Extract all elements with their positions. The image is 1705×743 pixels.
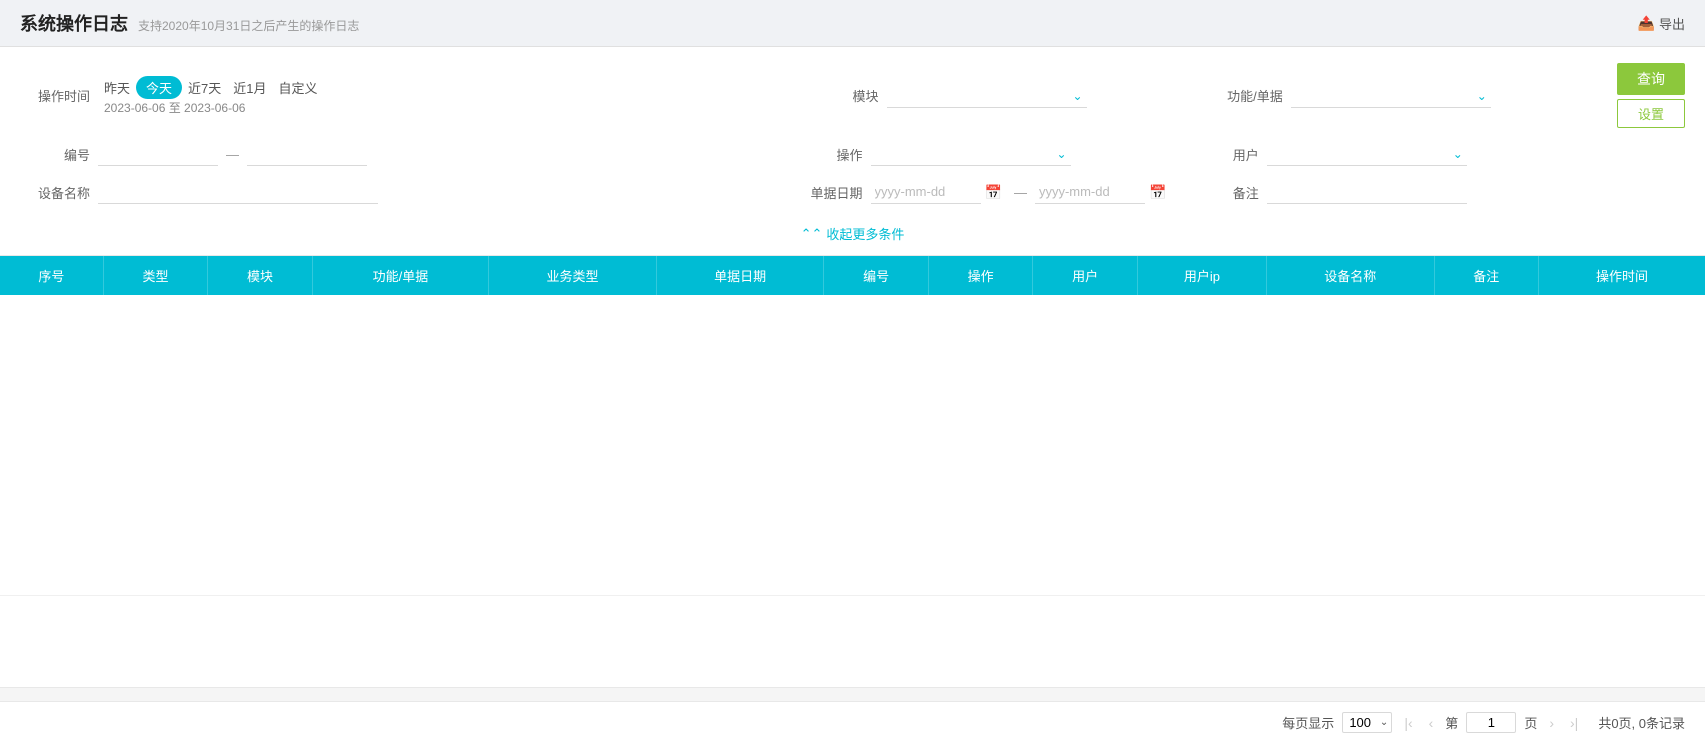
date-from-input[interactable]: [871, 180, 981, 204]
time-btn-yesterday[interactable]: 昨天: [98, 76, 136, 99]
page-prev-button[interactable]: ‹: [1425, 713, 1438, 733]
page-header: 系统操作日志 支持2020年10月31日之后产生的操作日志 📤 导出: [0, 0, 1705, 47]
operation-select[interactable]: [871, 142, 1071, 166]
action-buttons: 查询 设置: [1617, 63, 1685, 128]
filter-row-2: 编号 — 操作 ⌄ 用户: [20, 142, 1685, 166]
user-select-wrap: ⌄: [1267, 142, 1467, 166]
module-select[interactable]: [887, 84, 1087, 108]
collapse-chevron-icon: ⌃⌃: [801, 226, 823, 242]
module-segment: 模块 ⌄: [809, 84, 1203, 108]
per-page-label: 每页显示: [1282, 713, 1334, 732]
filter-row-1: 操作时间 昨天 今天 近7天 近1月 自定义 2023-06-06 至 2023…: [20, 63, 1685, 128]
id-input-to[interactable]: [247, 142, 367, 166]
time-range-display: 2023-06-06 至 2023-06-06: [104, 99, 324, 116]
col-id: 编号: [824, 256, 928, 295]
operation-segment: 操作 ⌄: [793, 142, 1179, 166]
id-dash: —: [226, 147, 239, 162]
col-user: 用户: [1033, 256, 1137, 295]
data-table: 序号 类型 模块 功能/单据 业务类型 单据日期 编号 操作 用户 用户ip 设…: [0, 256, 1705, 596]
page-unit: 页: [1524, 713, 1537, 732]
col-userip: 用户ip: [1137, 256, 1266, 295]
table-body: [0, 295, 1705, 595]
per-page-select[interactable]: 100 20 50 200: [1342, 712, 1392, 733]
device-input[interactable]: [98, 180, 378, 204]
time-btn-today[interactable]: 今天: [136, 76, 182, 99]
table-header: 序号 类型 模块 功能/单据 业务类型 单据日期 编号 操作 用户 用户ip 设…: [0, 256, 1705, 295]
remark-segment: 备注: [1179, 180, 1565, 204]
operation-label: 操作: [793, 145, 863, 164]
remark-input[interactable]: [1267, 180, 1467, 204]
date-to-input[interactable]: [1035, 180, 1145, 204]
table-container: 序号 类型 模块 功能/单据 业务类型 单据日期 编号 操作 用户 用户ip 设…: [0, 256, 1705, 687]
time-btn-1month[interactable]: 近1月: [227, 76, 272, 99]
module-select-wrap: ⌄: [887, 84, 1087, 108]
device-label: 设备名称: [20, 183, 90, 202]
horizontal-scrollbar[interactable]: [0, 687, 1705, 701]
col-seq: 序号: [0, 256, 103, 295]
export-label: 导出: [1659, 14, 1685, 33]
pagination-bar: 每页显示 100 20 50 200 ⌄ |‹ ‹ 第 页 › ›| 共0页, …: [0, 701, 1705, 743]
table-header-row: 序号 类型 模块 功能/单据 业务类型 单据日期 编号 操作 用户 用户ip 设…: [0, 256, 1705, 295]
page-last-button[interactable]: ›|: [1566, 713, 1582, 733]
time-btn-custom[interactable]: 自定义: [273, 76, 324, 99]
page-first-button[interactable]: |‹: [1400, 713, 1416, 733]
user-select[interactable]: [1267, 142, 1467, 166]
empty-row: [0, 295, 1705, 595]
remark-label: 备注: [1179, 183, 1259, 202]
page-input[interactable]: [1466, 712, 1516, 733]
header-left: 系统操作日志 支持2020年10月31日之后产生的操作日志: [20, 10, 359, 36]
time-filter-segment: 操作时间 昨天 今天 近7天 近1月 自定义 2023-06-06 至 2023…: [20, 76, 809, 116]
date-dash: —: [1014, 185, 1027, 200]
collapse-button[interactable]: ⌃⌃ 收起更多条件: [801, 224, 905, 243]
per-page-wrap: 100 20 50 200 ⌄: [1342, 712, 1392, 733]
module-label: 模块: [809, 86, 879, 105]
col-docdate: 单据日期: [656, 256, 824, 295]
col-operation: 操作: [928, 256, 1032, 295]
page-title: 系统操作日志: [20, 10, 128, 36]
collapse-bar: ⌃⌃ 收起更多条件: [20, 218, 1685, 245]
date-segment: 单据日期 📅 — 📅: [793, 180, 1179, 204]
col-biztype: 业务类型: [489, 256, 657, 295]
page-summary: 共0页, 0条记录: [1598, 713, 1685, 732]
time-btn-7days[interactable]: 近7天: [182, 76, 227, 99]
filter-area: 操作时间 昨天 今天 近7天 近1月 自定义 2023-06-06 至 2023…: [0, 47, 1705, 256]
user-label: 用户: [1179, 145, 1259, 164]
col-remark: 备注: [1434, 256, 1538, 295]
page-next-button[interactable]: ›: [1545, 713, 1558, 733]
col-function: 功能/单据: [312, 256, 488, 295]
id-segment: 编号 —: [20, 142, 793, 166]
time-filter-group: 昨天 今天 近7天 近1月 自定义: [98, 76, 324, 99]
function-select[interactable]: [1291, 84, 1491, 108]
col-optime: 操作时间: [1539, 256, 1705, 295]
settings-button[interactable]: 设置: [1617, 99, 1685, 128]
calendar-to-icon[interactable]: 📅: [1149, 184, 1166, 201]
function-select-wrap: ⌄: [1291, 84, 1491, 108]
id-input-from[interactable]: [98, 142, 218, 166]
time-label: 操作时间: [20, 86, 90, 105]
collapse-label: 收起更多条件: [826, 224, 904, 243]
user-segment: 用户 ⌄: [1179, 142, 1565, 166]
col-device: 设备名称: [1266, 256, 1434, 295]
export-icon: 📤: [1638, 15, 1655, 32]
calendar-from-icon[interactable]: 📅: [985, 184, 1002, 201]
function-segment: 功能/单据 ⌄: [1203, 84, 1597, 108]
operation-select-wrap: ⌄: [871, 142, 1071, 166]
filter-row-3: 设备名称 单据日期 📅 — 📅 备注: [20, 180, 1685, 204]
date-label: 单据日期: [793, 183, 863, 202]
query-button[interactable]: 查询: [1617, 63, 1685, 95]
col-type: 类型: [103, 256, 207, 295]
id-label: 编号: [20, 145, 90, 164]
page-subtitle: 支持2020年10月31日之后产生的操作日志: [138, 17, 359, 34]
page-label: 第: [1445, 713, 1458, 732]
device-segment: 设备名称: [20, 180, 793, 204]
function-label: 功能/单据: [1203, 86, 1283, 105]
col-module: 模块: [208, 256, 312, 295]
export-button[interactable]: 📤 导出: [1638, 14, 1685, 33]
empty-cell: [0, 295, 1705, 595]
